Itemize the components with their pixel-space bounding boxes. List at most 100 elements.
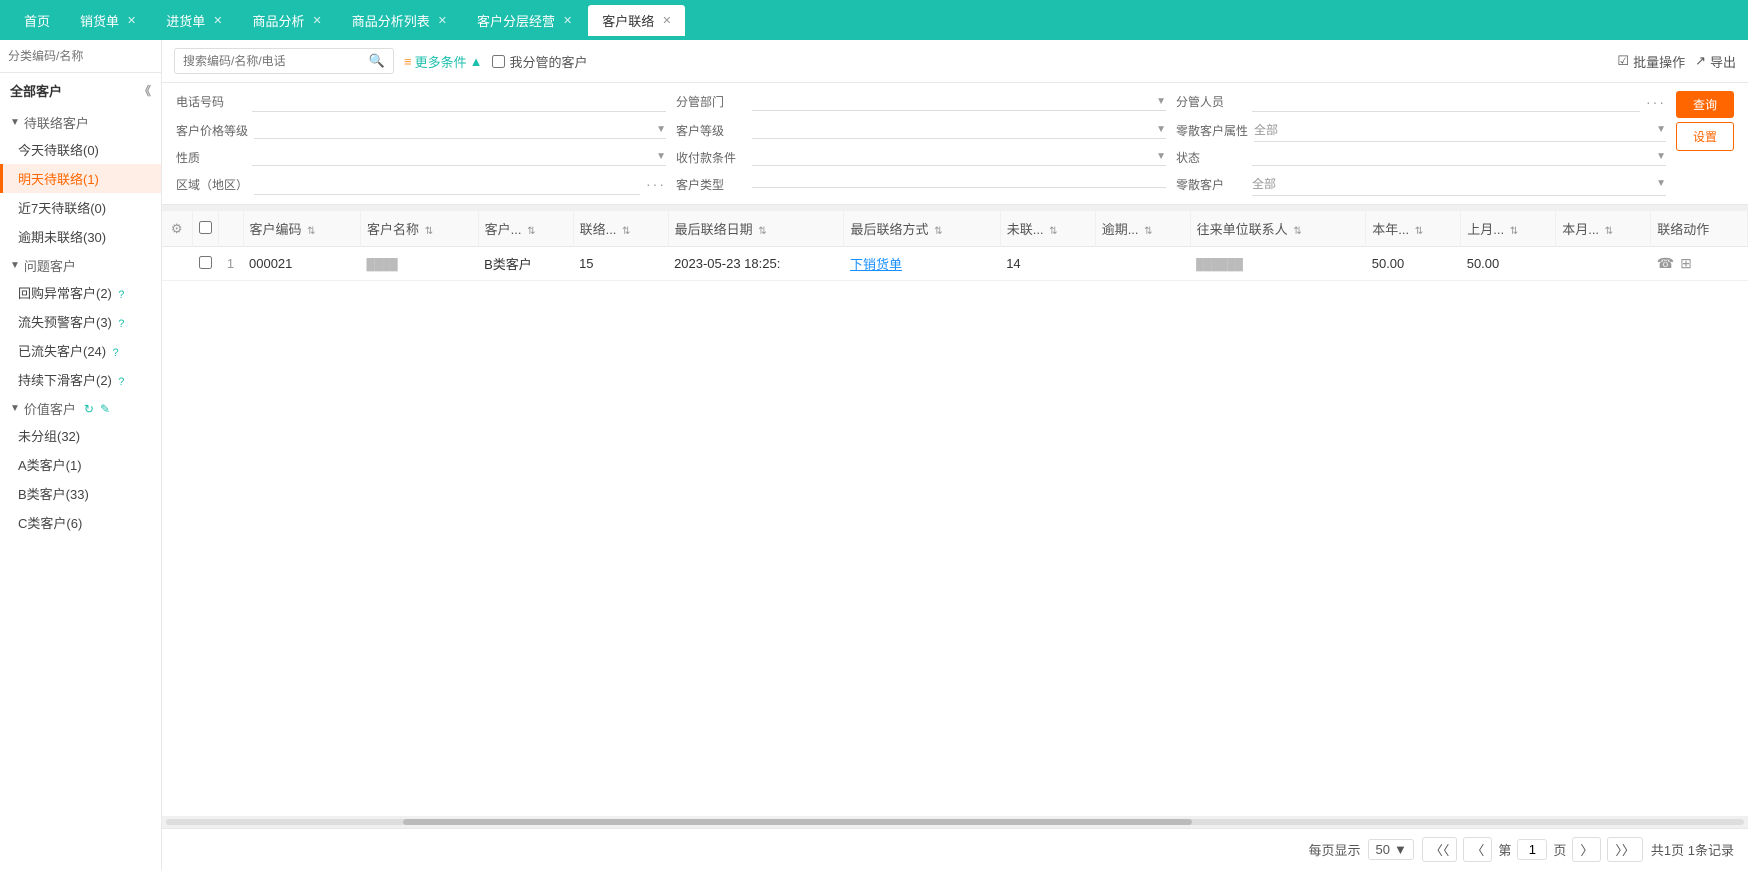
- collapse-icon: 《: [139, 82, 151, 99]
- sort-method-icon[interactable]: ⇅: [934, 226, 942, 237]
- table-area: ⚙ 客户编码 ⇅ 客户名称 ⇅ 客户... ⇅: [162, 211, 1748, 816]
- refresh-icon[interactable]: ↻: [84, 402, 94, 416]
- query-button[interactable]: 查询: [1676, 91, 1734, 118]
- next-page-btn[interactable]: 〉: [1572, 837, 1601, 862]
- th-not-contacted: 未联... ⇅: [1000, 211, 1095, 247]
- sidebar-item-today[interactable]: 今天待联络(0): [0, 135, 161, 164]
- search-icon[interactable]: 🔍: [369, 53, 385, 69]
- filter-person-dots[interactable]: ···: [1646, 94, 1666, 110]
- page-number-input[interactable]: [1517, 839, 1547, 860]
- nav-customer-tier[interactable]: 客户分层经营 ✕: [463, 5, 586, 36]
- horizontal-scrollbar[interactable]: [162, 816, 1748, 828]
- last-contact-method-link[interactable]: 下销货单: [850, 257, 902, 272]
- sidebar-item-repurchase-abnormal[interactable]: 回购异常客户(2) ?: [0, 278, 161, 307]
- th-last-contact-date: 最后联络日期 ⇅: [668, 211, 844, 247]
- filter-price-grade-select[interactable]: ▼: [254, 121, 666, 139]
- sidebar-group-pending[interactable]: ▼ 待联络客户: [0, 108, 161, 135]
- sidebar-item-class-c[interactable]: C类客户(6): [0, 508, 161, 537]
- filter-status-select[interactable]: ▼: [1252, 148, 1666, 166]
- filter-retail-attr-select[interactable]: 全部 ▼: [1254, 118, 1666, 142]
- nav-home[interactable]: 首页: [10, 5, 64, 36]
- sort-date-icon[interactable]: ⇅: [758, 226, 766, 237]
- grid-action-icon[interactable]: ⊞: [1680, 255, 1692, 272]
- sort-code-icon[interactable]: ⇅: [307, 226, 315, 237]
- filter-phone-input[interactable]: [252, 91, 666, 112]
- filter-customer-type-select[interactable]: [752, 181, 1166, 188]
- close-customer-tier-icon[interactable]: ✕: [563, 14, 572, 27]
- sort-last-month-icon[interactable]: ⇅: [1510, 226, 1518, 237]
- per-page-select[interactable]: 50 ▼: [1368, 839, 1413, 860]
- nav-customer-contact[interactable]: 客户联络 ✕: [588, 5, 685, 36]
- sort-not-contacted-icon[interactable]: ⇅: [1049, 226, 1057, 237]
- filter-panel: 电话号码 分管部门 ▼ 分管人员: [162, 83, 1748, 205]
- close-sales-icon[interactable]: ✕: [127, 14, 136, 27]
- close-customer-contact-icon[interactable]: ✕: [662, 14, 671, 27]
- td-checkbox[interactable]: [192, 247, 218, 281]
- filter-retail-select[interactable]: 全部 ▼: [1252, 172, 1666, 196]
- sidebar-group-value[interactable]: ▼ 价值客户 ↻ ✎: [0, 394, 161, 421]
- sort-contact-person-icon[interactable]: ⇅: [1293, 226, 1301, 237]
- close-analysis-table-icon[interactable]: ✕: [438, 14, 447, 27]
- th-row-num: [218, 211, 243, 247]
- close-purchase-icon[interactable]: ✕: [213, 14, 222, 27]
- sidebar-item-declining[interactable]: 持续下滑客户(2) ?: [0, 365, 161, 394]
- select-all-checkbox[interactable]: [199, 221, 212, 234]
- close-analysis-icon[interactable]: ✕: [313, 14, 322, 27]
- sort-year-icon[interactable]: ⇅: [1415, 226, 1423, 237]
- td-this-month: [1556, 247, 1651, 281]
- td-gear: [162, 247, 192, 281]
- name-blur: ████: [367, 259, 398, 271]
- filter-region-dots[interactable]: ···: [646, 176, 666, 192]
- edit-icon[interactable]: ✎: [100, 402, 110, 416]
- sidebar-item-tomorrow[interactable]: 明天待联络(1): [0, 164, 161, 193]
- search-input[interactable]: [183, 54, 364, 68]
- table-body: 1 000021 ████ B类客户 15: [162, 247, 1748, 281]
- nav-purchase[interactable]: 进货单 ✕: [152, 5, 236, 36]
- export-btn[interactable]: ↗ 导出: [1695, 52, 1736, 71]
- sort-type-icon[interactable]: ⇅: [527, 226, 535, 237]
- sidebar-all-customers[interactable]: 全部客户 《: [0, 73, 161, 108]
- arrow-down-icon3: ▼: [10, 403, 20, 414]
- sort-name-icon[interactable]: ⇅: [425, 226, 433, 237]
- sidebar-item-churned[interactable]: 已流失客户(24) ?: [0, 336, 161, 365]
- sidebar-item-lost[interactable]: 流失预警客户(3) ?: [0, 307, 161, 336]
- filter-payment-select[interactable]: ▼: [752, 148, 1166, 166]
- phone-action-icon[interactable]: ☎: [1657, 255, 1674, 272]
- chevron-down-icon2: ▼: [656, 124, 666, 135]
- sidebar-item-class-b[interactable]: B类客户(33): [0, 479, 161, 508]
- nav-analysis-table[interactable]: 商品分析列表 ✕: [338, 5, 461, 36]
- td-last-month: 50.00: [1461, 247, 1556, 281]
- more-conditions-btn[interactable]: ≡ 更多条件 ▲: [404, 52, 482, 71]
- sort-this-month-icon[interactable]: ⇅: [1605, 226, 1613, 237]
- nav-analysis[interactable]: 商品分析 ✕: [238, 5, 335, 36]
- filter-nature-select[interactable]: ▼: [252, 148, 666, 166]
- last-page-btn[interactable]: 〉〉: [1607, 837, 1643, 862]
- sort-overdue-icon[interactable]: ⇅: [1144, 226, 1152, 237]
- sidebar-item-overdue-contact[interactable]: 逾期未联络(30): [0, 222, 161, 251]
- search-bar: 🔍 ≡ 更多条件 ▲ 我分管的客户 ☑ 批量操作 ↗ 导出: [162, 40, 1748, 83]
- nav-sales[interactable]: 销货单 ✕: [66, 5, 150, 36]
- td-customer-type: B类客户: [478, 247, 573, 281]
- my-customers-checkbox[interactable]: 我分管的客户: [492, 52, 587, 71]
- first-page-btn[interactable]: 〈〈: [1422, 837, 1458, 862]
- sidebar-item-class-a[interactable]: A类客户(1): [0, 450, 161, 479]
- filter-dept-select[interactable]: ▼: [752, 93, 1166, 111]
- td-code: 000021: [243, 247, 361, 281]
- filter-row-2: 客户价格等级 ▼ 客户等级 ▼: [176, 118, 1666, 142]
- prev-page-btn[interactable]: 〈: [1463, 837, 1492, 862]
- sidebar-group-problem[interactable]: ▼ 问题客户: [0, 251, 161, 278]
- scrollbar-thumb[interactable]: [403, 819, 1192, 825]
- sidebar-item-ungrouped[interactable]: 未分组(32): [0, 421, 161, 450]
- filter-person-input[interactable]: [1252, 91, 1640, 112]
- filter-region-input[interactable]: [254, 174, 640, 195]
- batch-ops-btn[interactable]: ☑ 批量操作: [1617, 52, 1685, 71]
- sidebar-search-input[interactable]: [8, 49, 163, 63]
- th-checkbox: [192, 211, 218, 247]
- customer-table: ⚙ 客户编码 ⇅ 客户名称 ⇅ 客户... ⇅: [162, 211, 1748, 281]
- filter-grade-select[interactable]: ▼: [752, 121, 1166, 139]
- sort-contact-icon[interactable]: ⇅: [622, 226, 630, 237]
- sidebar-item-week7[interactable]: 近7天待联络(0): [0, 193, 161, 222]
- my-customers-input[interactable]: [492, 55, 505, 68]
- row-checkbox[interactable]: [199, 256, 212, 269]
- settings-button[interactable]: 设置: [1676, 122, 1734, 151]
